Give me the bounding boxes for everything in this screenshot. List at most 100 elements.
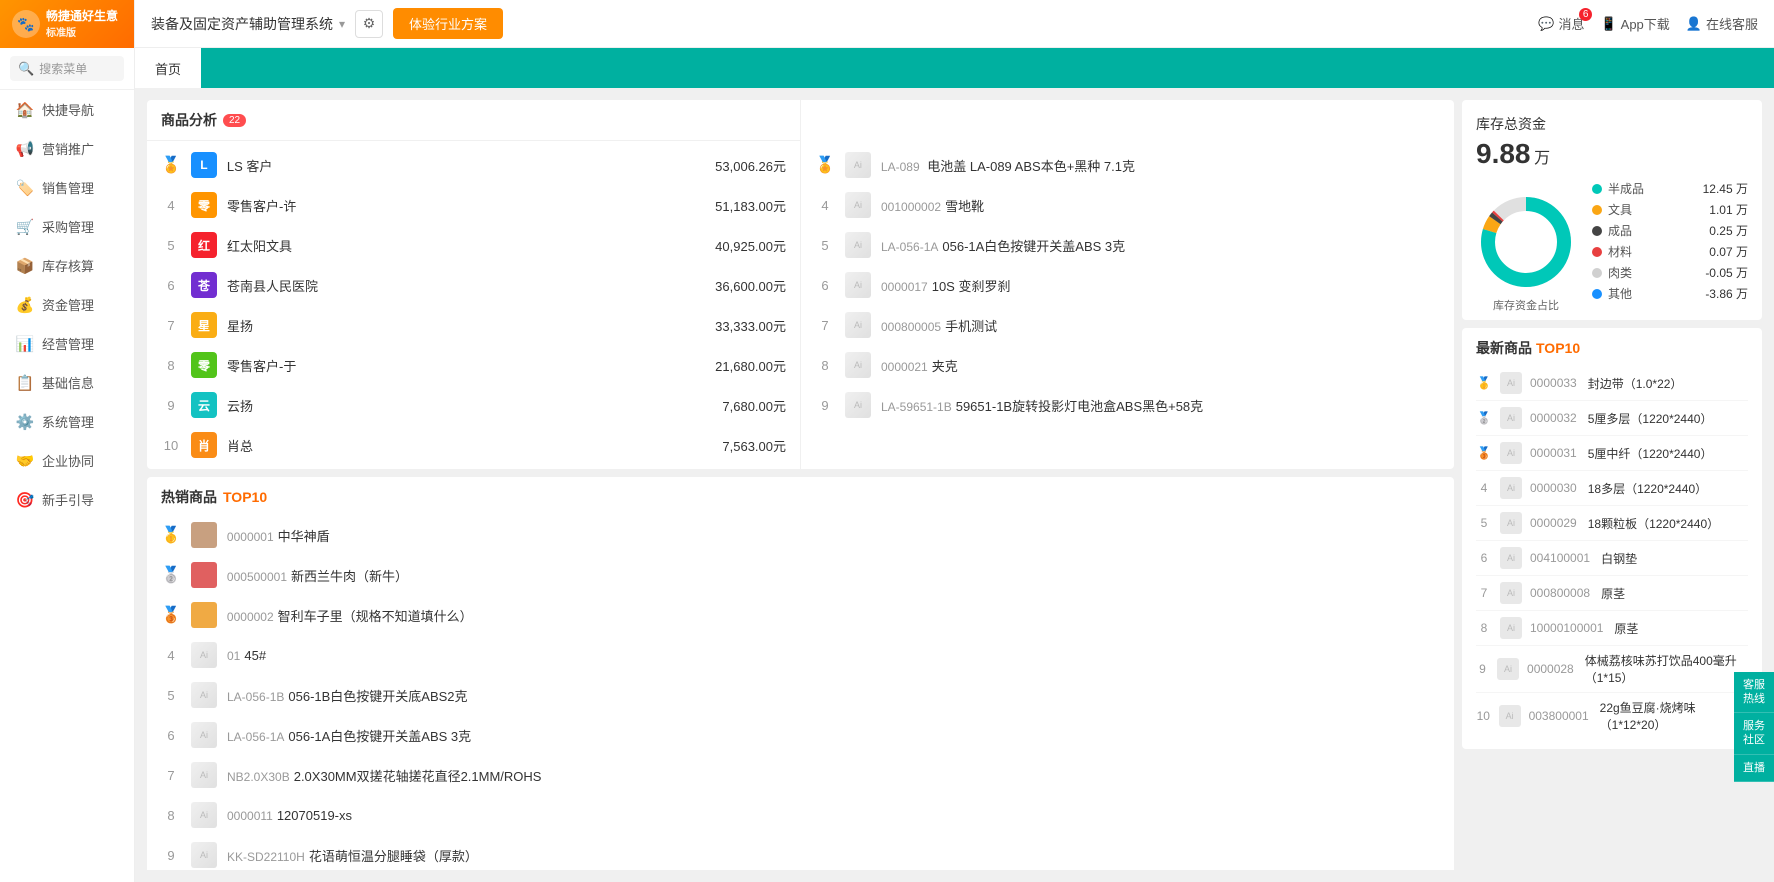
sidebar-item-label: 库存核算 xyxy=(42,256,94,275)
product-image: Ai xyxy=(845,272,871,298)
product-code: 0000002 xyxy=(227,610,274,624)
rank-number: 5 xyxy=(815,238,835,253)
sidebar-item-inventory[interactable]: 📦 库存核算 xyxy=(0,246,134,285)
list-item: 4 Ai 001000002雪地靴 xyxy=(801,185,1454,225)
product-code: 0000011 xyxy=(227,809,273,823)
sidebar-item-basic[interactable]: 📋 基础信息 xyxy=(0,363,134,402)
rank-number: 5 xyxy=(161,688,181,703)
product-image: Ai xyxy=(1500,407,1522,429)
img-placeholder: Ai xyxy=(191,642,217,668)
sidebar-item-operation[interactable]: 📊 经营管理 xyxy=(0,324,134,363)
panel-left: 商品分析 22 🏅 L LS 客户 53,006.26元 xyxy=(147,100,1462,870)
rank-number: 4 xyxy=(161,198,181,213)
tab-home-label: 首页 xyxy=(155,59,181,78)
search-menu-button[interactable]: 🔍 搜索菜单 xyxy=(10,56,124,81)
img-placeholder: Ai xyxy=(845,152,871,178)
search-label: 搜索菜单 xyxy=(39,60,87,77)
rank-number: 7 xyxy=(161,318,181,333)
trial-button[interactable]: 体验行业方案 xyxy=(393,8,503,39)
list-item: 7 Ai 000800008 原茎 xyxy=(1476,576,1748,611)
livestream-button[interactable]: 直播 xyxy=(1734,755,1774,782)
product-image: Ai xyxy=(845,352,871,378)
sidebar-item-sales[interactable]: 🏷️ 销售管理 xyxy=(0,168,134,207)
customer-hotline-button[interactable]: 客服热线 xyxy=(1734,672,1774,714)
rank-number: 6 xyxy=(1476,551,1492,565)
online-service-button[interactable]: 👤 在线客服 xyxy=(1686,14,1758,33)
sidebar-item-purchase[interactable]: 🛒 采购管理 xyxy=(0,207,134,246)
sidebar-search-area[interactable]: 🔍 搜索菜单 xyxy=(0,48,134,90)
sidebar-item-label: 资金管理 xyxy=(42,295,94,314)
product-image: Ai xyxy=(1500,512,1522,534)
list-item: 9 Ai KK-SD22110H花语萌恒温分腿睡袋（厚款） xyxy=(147,835,1454,870)
product-code: 0000033 xyxy=(1530,376,1577,390)
donut-svg xyxy=(1476,192,1576,292)
customer-name: 零售客户-许 xyxy=(227,196,705,215)
sidebar-item-guide[interactable]: 🎯 新手引导 xyxy=(0,480,134,519)
product-code: 01 xyxy=(227,649,240,663)
logo-icon: 🐾 xyxy=(12,10,40,38)
product-name: 5厘中纤（1220*2440） xyxy=(1588,445,1713,462)
message-icon: 💬 xyxy=(1538,16,1554,32)
legend-label: 材料 xyxy=(1608,243,1632,260)
sales-icon: 🏷️ xyxy=(16,179,34,197)
sidebar-item-label: 销售管理 xyxy=(42,178,94,197)
product-name: 59651-1B旋转投影灯电池盒ABS黑色+58克 xyxy=(956,399,1203,414)
tab-home[interactable]: 首页 xyxy=(135,48,201,88)
customer-name: 苍南县人民医院 xyxy=(227,276,705,295)
legend-dot xyxy=(1592,268,1602,278)
sidebar-item-marketing[interactable]: 📢 营销推广 xyxy=(0,129,134,168)
rank-number: 🥈 xyxy=(1476,411,1492,425)
operation-icon: 📊 xyxy=(16,335,34,353)
panel-right: 库存总资金 9.88 万 xyxy=(1462,100,1762,870)
product-image xyxy=(191,562,217,588)
legend-dot xyxy=(1592,226,1602,236)
app-download-button[interactable]: 📱 App下载 xyxy=(1600,14,1669,33)
customer-amount: 53,006.26元 xyxy=(715,156,786,175)
list-item: 6 Ai LA-056-1A056-1A白色按键开关盖ABS 3克 xyxy=(147,715,1454,755)
analysis-card: 商品分析 22 🏅 L LS 客户 53,006.26元 xyxy=(147,100,1454,469)
list-item: 8 Ai 000001112070519-xs xyxy=(147,795,1454,835)
product-name: 18多层（1220*2440） xyxy=(1588,480,1707,497)
avatar: L xyxy=(191,152,217,178)
service-community-button[interactable]: 服务社区 xyxy=(1734,713,1774,755)
sidebar-item-enterprise[interactable]: 🤝 企业协同 xyxy=(0,441,134,480)
product-code: 000800005 xyxy=(881,320,941,334)
legend-dot xyxy=(1592,205,1602,215)
legend-value: 12.45 万 xyxy=(1703,180,1748,197)
hot-products-list: 🥇 0000001中华神盾 🥈 000500001新西兰牛肉（新牛） 🥉 000… xyxy=(147,515,1454,870)
list-item: 8 零 零售客户-于 21,680.00元 xyxy=(147,345,800,385)
product-code: 0000017 xyxy=(881,280,928,294)
customer-name: LS 客户 xyxy=(227,156,705,175)
product-code: 000800008 xyxy=(1530,586,1590,600)
sidebar-item-system[interactable]: ⚙️ 系统管理 xyxy=(0,402,134,441)
sidebar-item-finance[interactable]: 💰 资金管理 xyxy=(0,285,134,324)
customer-amount: 36,600.00元 xyxy=(715,276,786,295)
settings-button[interactable]: ⚙ xyxy=(355,10,383,38)
img-placeholder: Ai xyxy=(1507,553,1515,563)
app-name: 畅捷通好生意 xyxy=(46,9,118,25)
hot-products-title: 热销商品 TOP10 xyxy=(147,477,1454,515)
customer-amount: 7,680.00元 xyxy=(722,396,786,415)
avatar: 零 xyxy=(191,352,217,378)
img-placeholder: Ai xyxy=(845,312,871,338)
legend-label: 半成品 xyxy=(1608,180,1644,197)
list-item: 4 Ai 0000030 18多层（1220*2440） xyxy=(1476,471,1748,506)
product-image: Ai xyxy=(191,762,217,788)
sidebar-item-quick-nav[interactable]: 🏠 快捷导航 xyxy=(0,90,134,129)
enterprise-icon: 🤝 xyxy=(16,452,34,470)
legend-dot xyxy=(1592,247,1602,257)
list-item: 9 Ai 0000028 体械荔核味苏打饮品400毫升（1*15） xyxy=(1476,646,1748,693)
customer-amount: 40,925.00元 xyxy=(715,236,786,255)
analysis-badge: 22 xyxy=(223,114,246,127)
rank-number: 9 xyxy=(1476,662,1489,676)
float-service-panel: 客服热线 服务社区 直播 xyxy=(1734,672,1774,782)
list-item: 🥇 Ai 0000033 封边带（1.0*22） xyxy=(1476,366,1748,401)
product-code: LA-056-1A xyxy=(227,730,284,744)
product-image: Ai xyxy=(191,842,217,868)
product-name: 18颗粒板（1220*2440） xyxy=(1588,515,1719,532)
message-button[interactable]: 💬 消息 6 xyxy=(1538,14,1584,33)
marketing-icon: 📢 xyxy=(16,140,34,158)
list-item: 🥈 000500001新西兰牛肉（新牛） xyxy=(147,555,1454,595)
avatar: 星 xyxy=(191,312,217,338)
product-image: Ai xyxy=(191,642,217,668)
